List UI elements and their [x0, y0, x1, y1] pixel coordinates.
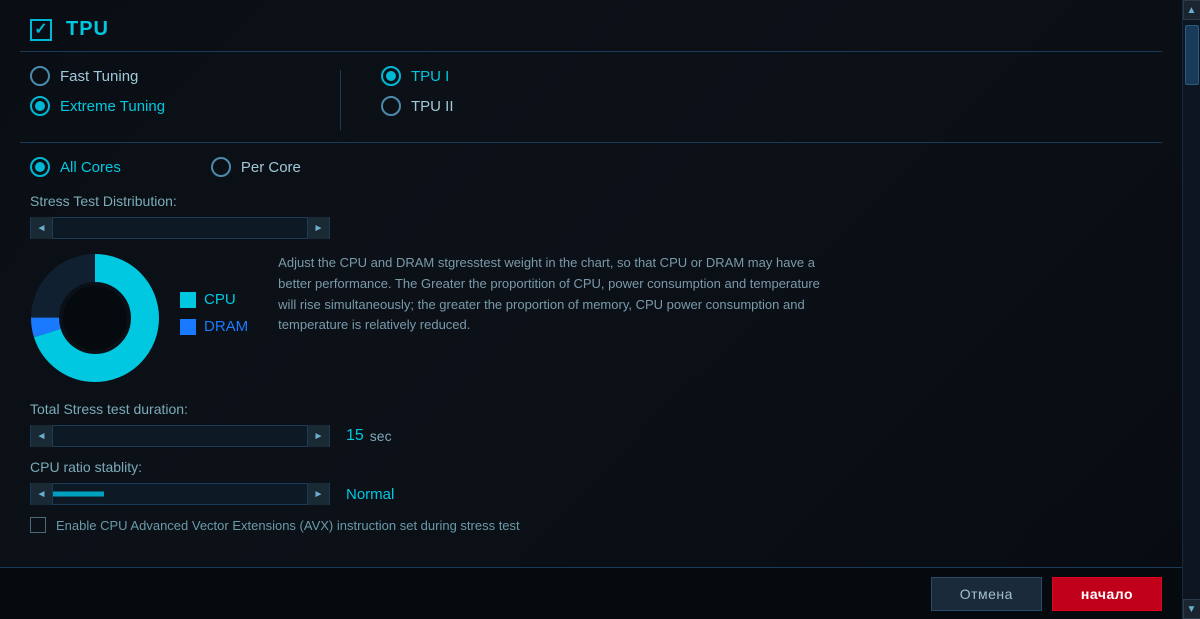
main-container: ▲ ▼ ✓ TPU Fas — [0, 0, 1200, 619]
tpu-title: TPU — [66, 18, 109, 41]
stress-info-text: Adjust the CPU and DRAM stgresstest weig… — [278, 253, 838, 336]
radio-tpu-ii[interactable]: TPU II — [381, 96, 454, 116]
content-scroll: ✓ TPU Fast Tuning — [20, 10, 1162, 593]
radio-all-cores-circle — [30, 157, 50, 177]
cpu-ratio-slider[interactable]: ◄ ► — [30, 483, 330, 505]
cpu-ratio-slider-track — [53, 484, 307, 504]
start-button[interactable]: начало — [1052, 577, 1162, 611]
total-stress-label: Total Stress test duration: — [20, 401, 1162, 417]
scroll-up-arrow[interactable]: ▲ — [1183, 0, 1200, 20]
duration-unit: sec — [370, 428, 392, 444]
dram-legend-item: DRAM — [180, 318, 248, 335]
cpu-ratio-row: ◄ ► Normal — [20, 483, 1162, 505]
scrollbar[interactable]: ▲ ▼ — [1182, 0, 1200, 619]
radio-fast-tuning[interactable]: Fast Tuning — [30, 66, 260, 86]
left-tuning-col: Fast Tuning Extreme Tuning — [20, 66, 320, 134]
content-area: ✓ TPU Fast Tuning — [0, 0, 1182, 619]
cpu-legend-label: CPU — [204, 291, 236, 308]
stress-distribution-label: Stress Test Distribution: — [20, 193, 1162, 209]
dram-legend-color — [180, 319, 196, 335]
right-tuning-col: TPU I TPU II — [361, 66, 514, 134]
radio-all-cores-dot — [35, 162, 45, 172]
radio-per-core-circle — [211, 157, 231, 177]
per-core-label: Per Core — [241, 159, 301, 176]
radio-fast-tuning-circle — [30, 66, 50, 86]
scrollbar-track[interactable] — [1183, 20, 1200, 599]
cpu-ratio-fill — [53, 492, 104, 497]
enable-avx-label: Enable CPU Advanced Vector Extensions (A… — [56, 518, 520, 533]
radio-tpu-i[interactable]: TPU I — [381, 66, 454, 86]
legend: CPU DRAM — [180, 291, 248, 345]
donut-area: CPU DRAM — [30, 253, 248, 383]
duration-slider-track — [53, 426, 307, 446]
duration-row: ◄ ► 15 sec — [20, 425, 1162, 447]
radio-tpu-i-circle — [381, 66, 401, 86]
stress-slider-track — [53, 218, 307, 238]
radio-extreme-tuning[interactable]: Extreme Tuning — [30, 96, 260, 116]
check-icon: ✓ — [34, 22, 47, 38]
duration-slider[interactable]: ◄ ► — [30, 425, 330, 447]
radio-tpu-i-dot — [386, 71, 396, 81]
tpu-header: ✓ TPU — [20, 10, 1162, 52]
radio-extreme-tuning-circle — [30, 96, 50, 116]
all-cores-label: All Cores — [60, 159, 121, 176]
cpu-ratio-value: Normal — [346, 486, 394, 503]
chart-info-row: CPU DRAM Adjust the CPU and DRAM stgress… — [20, 253, 1162, 383]
enable-avx-checkbox[interactable] — [30, 517, 46, 533]
scroll-down-arrow[interactable]: ▼ — [1183, 599, 1200, 619]
duration-slider-right-arrow[interactable]: ► — [307, 425, 329, 447]
tpu-ii-label: TPU II — [411, 98, 454, 115]
tuning-options: Fast Tuning Extreme Tuning — [20, 66, 1162, 134]
cancel-button[interactable]: Отмена — [931, 577, 1042, 611]
enable-avx-row: Enable CPU Advanced Vector Extensions (A… — [20, 517, 1162, 533]
stress-slider-container: ◄ ► — [20, 217, 1162, 239]
cores-row: All Cores Per Core — [20, 157, 1162, 177]
vertical-divider — [340, 70, 341, 130]
extreme-tuning-label: Extreme Tuning — [60, 98, 165, 115]
radio-tpu-ii-circle — [381, 96, 401, 116]
cpu-ratio-slider-left-arrow[interactable]: ◄ — [31, 483, 53, 505]
duration-value: 15 — [346, 427, 364, 445]
cpu-legend-color — [180, 292, 196, 308]
bottom-bar: Отмена начало — [0, 567, 1182, 619]
donut-chart — [30, 253, 160, 383]
stress-slider[interactable]: ◄ ► — [30, 217, 330, 239]
radio-per-core[interactable]: Per Core — [211, 157, 301, 177]
radio-all-cores[interactable]: All Cores — [30, 157, 121, 177]
cpu-ratio-slider-right-arrow[interactable]: ► — [307, 483, 329, 505]
separator-1 — [20, 142, 1162, 143]
stress-slider-right-arrow[interactable]: ► — [307, 217, 329, 239]
tpu-i-label: TPU I — [411, 68, 449, 85]
duration-slider-left-arrow[interactable]: ◄ — [31, 425, 53, 447]
cpu-ratio-label: CPU ratio stablity: — [20, 459, 1162, 475]
cpu-legend-item: CPU — [180, 291, 248, 308]
fast-tuning-label: Fast Tuning — [60, 68, 138, 85]
tpu-checkbox[interactable]: ✓ — [30, 19, 52, 41]
dram-legend-label: DRAM — [204, 318, 248, 335]
scrollbar-thumb[interactable] — [1185, 25, 1199, 85]
stress-slider-left-arrow[interactable]: ◄ — [31, 217, 53, 239]
radio-extreme-tuning-dot — [35, 101, 45, 111]
